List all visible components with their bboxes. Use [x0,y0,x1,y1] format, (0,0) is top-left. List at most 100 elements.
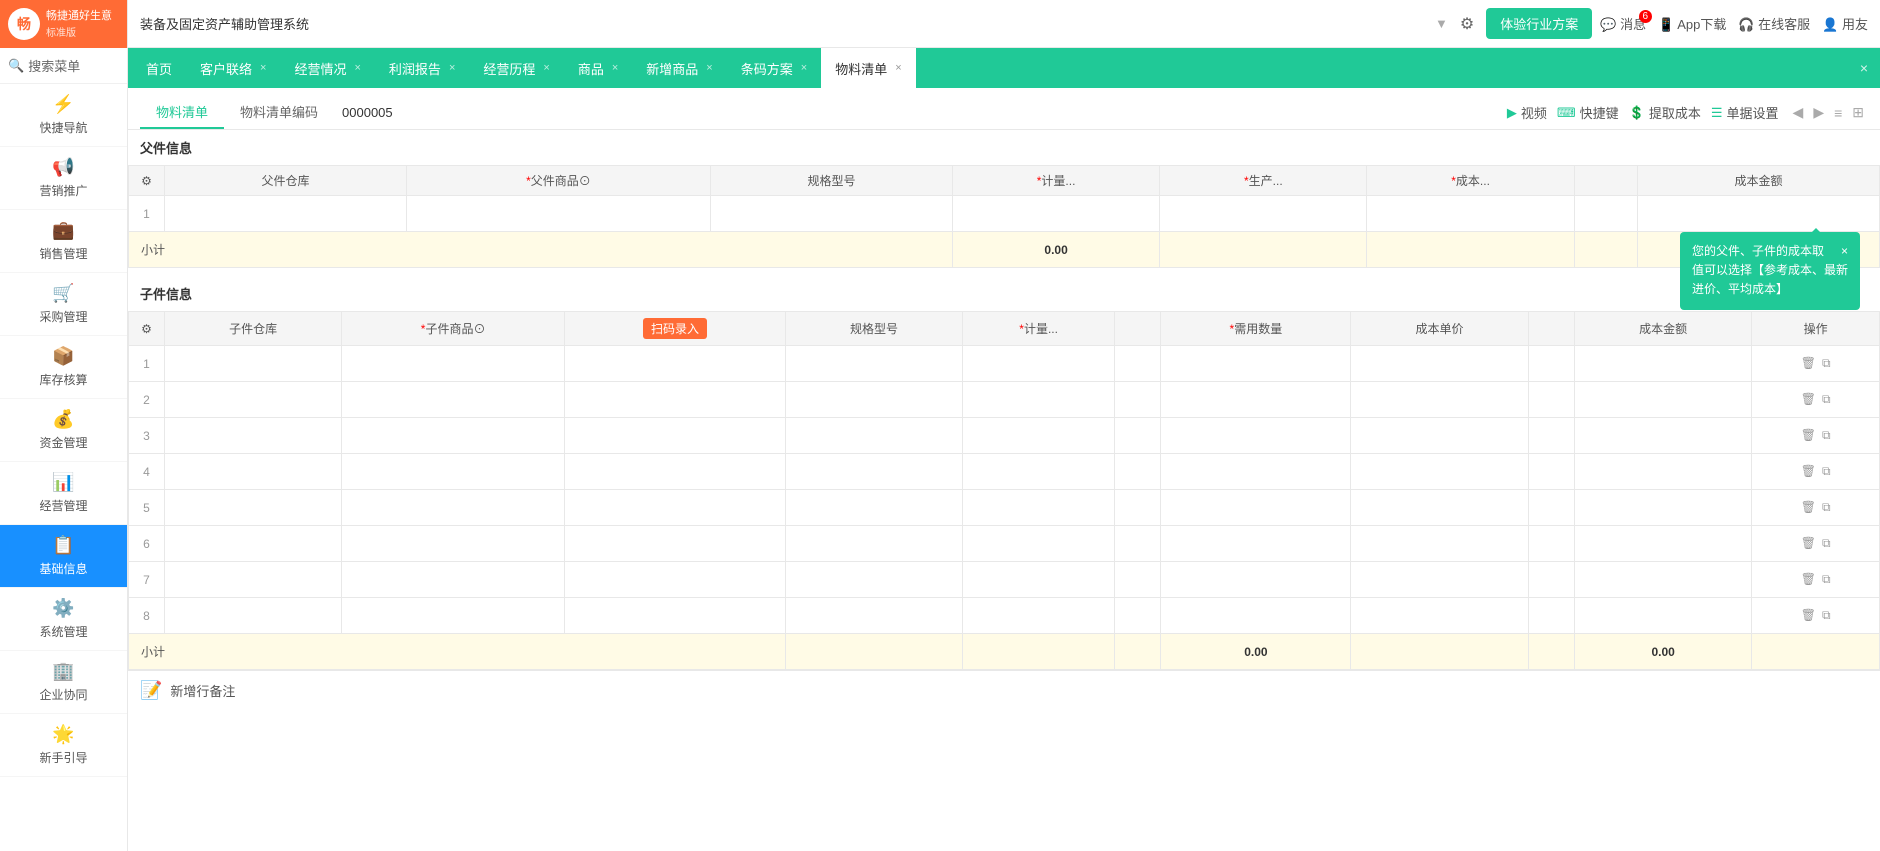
child-unit-cost-3[interactable] [1351,418,1528,454]
child-warehouse-6[interactable] [165,526,342,562]
sidebar-item-basic-info[interactable]: 📋 基础信息 [0,525,127,588]
delete-icon-3[interactable]: 🗑 [1801,428,1816,443]
copy-icon-3[interactable]: ⧉ [1822,428,1831,443]
search-menu[interactable]: 🔍 搜索菜单 [0,48,127,84]
child-spec-5[interactable] [785,490,962,526]
delete-icon-8[interactable]: 🗑 [1801,608,1816,623]
sidebar-item-enterprise[interactable]: 🏢 企业协同 [0,651,127,714]
child-qty-1[interactable] [1161,346,1351,382]
child-spec-4[interactable] [785,454,962,490]
child-unit-cost-5[interactable] [1351,490,1528,526]
child-qty-2[interactable] [1161,382,1351,418]
child-scan-5[interactable] [565,490,786,526]
next-arrow-icon[interactable]: ▶ [1809,102,1828,123]
child-goods-3[interactable] [342,418,565,454]
child-scan-2[interactable] [565,382,786,418]
child-goods-8[interactable] [342,598,565,634]
delete-icon-7[interactable]: 🗑 [1801,572,1816,587]
child-unit-cost-7[interactable] [1351,562,1528,598]
sub-tab-list[interactable]: 物料清单 [140,96,224,129]
child-spec-7[interactable] [785,562,962,598]
sub-tab-edit[interactable]: 物料清单编码 [224,96,334,129]
dropdown-arrow-icon[interactable]: ▼ [1435,16,1448,31]
sidebar-item-quick-nav[interactable]: ⚡ 快捷导航 [0,84,127,147]
child-unit-cost-6[interactable] [1351,526,1528,562]
app-download[interactable]: 📱 App下载 [1658,14,1726,33]
sidebar-item-marketing[interactable]: 📢 营销推广 [0,147,127,210]
child-goods-6[interactable] [342,526,565,562]
tab-goods[interactable]: 商品× [564,48,632,88]
child-unit-2[interactable] [963,382,1115,418]
child-unit-6[interactable] [963,526,1115,562]
child-goods-7[interactable] [342,562,565,598]
child-unit-cost-4[interactable] [1351,454,1528,490]
tab-barcode[interactable]: 条码方案× [727,48,821,88]
delete-icon-1[interactable]: 🗑 [1801,356,1816,371]
cost-btn[interactable]: 💲 提取成本 [1629,103,1701,122]
child-spec-2[interactable] [785,382,962,418]
copy-icon-4[interactable]: ⧉ [1822,464,1831,479]
shortcut-btn[interactable]: ⌨ 快捷键 [1557,103,1619,122]
video-btn[interactable]: ▶ 视频 [1507,103,1547,122]
child-scan-8[interactable] [565,598,786,634]
copy-icon-6[interactable]: ⧉ [1822,536,1831,551]
parent-col-gear[interactable]: ⚙ [129,166,165,196]
delete-icon-6[interactable]: 🗑 [1801,536,1816,551]
tab-new-goods[interactable]: 新增商品× [632,48,726,88]
tab-profit[interactable]: 利润报告× [375,48,469,88]
child-unit-1[interactable] [963,346,1115,382]
child-col-gear[interactable]: ⚙ [129,312,165,346]
sidebar-item-inventory[interactable]: 📦 库存核算 [0,336,127,399]
child-unit-3[interactable] [963,418,1115,454]
close-customer-icon[interactable]: × [260,62,266,74]
parent-cost-cell[interactable] [1367,196,1574,232]
child-spec-1[interactable] [785,346,962,382]
scan-button[interactable]: 扫码录入 [643,318,707,339]
copy-icon-8[interactable]: ⧉ [1822,608,1831,623]
close-bom-icon[interactable]: × [895,62,901,74]
close-profit-icon[interactable]: × [449,62,455,74]
child-qty-6[interactable] [1161,526,1351,562]
child-unit-cost-2[interactable] [1351,382,1528,418]
add-row-label[interactable]: 新增行备注 [170,681,235,700]
child-unit-8[interactable] [963,598,1115,634]
child-unit-5[interactable] [963,490,1115,526]
parent-unit-cell[interactable] [952,196,1159,232]
parent-warehouse-cell[interactable] [165,196,407,232]
prev-arrow-icon[interactable]: ◀ [1789,102,1808,123]
sidebar-item-guide[interactable]: 🌟 新手引导 [0,714,127,777]
child-scan-1[interactable] [565,346,786,382]
tab-home[interactable]: 首页 [132,48,186,88]
child-scan-4[interactable] [565,454,786,490]
user-area[interactable]: 👤 用友 [1822,14,1868,33]
parent-goods-cell[interactable] [406,196,710,232]
single-setting-btn[interactable]: ☰ 单据设置 [1711,103,1779,122]
delete-icon-4[interactable]: 🗑 [1801,464,1816,479]
sidebar-item-finance[interactable]: 💰 资金管理 [0,399,127,462]
child-warehouse-2[interactable] [165,382,342,418]
child-warehouse-7[interactable] [165,562,342,598]
child-qty-5[interactable] [1161,490,1351,526]
child-qty-7[interactable] [1161,562,1351,598]
child-warehouse-5[interactable] [165,490,342,526]
child-warehouse-4[interactable] [165,454,342,490]
child-scan-3[interactable] [565,418,786,454]
child-unit-4[interactable] [963,454,1115,490]
child-col-scan[interactable]: 扫码录入 [565,312,786,346]
delete-icon-2[interactable]: 🗑 [1801,392,1816,407]
child-goods-2[interactable] [342,382,565,418]
parent-spec-cell[interactable] [710,196,952,232]
gear-icon[interactable]: ⚙ [1456,10,1478,38]
child-goods-1[interactable] [342,346,565,382]
tab-operations[interactable]: 经营情况× [280,48,374,88]
child-goods-4[interactable] [342,454,565,490]
child-spec-6[interactable] [785,526,962,562]
online-service[interactable]: 🎧 在线客服 [1738,14,1810,33]
sidebar-item-system[interactable]: ⚙️ 系统管理 [0,588,127,651]
child-unit-cost-8[interactable] [1351,598,1528,634]
child-scan-6[interactable] [565,526,786,562]
copy-icon-1[interactable]: ⧉ [1822,356,1831,371]
parent-production-cell[interactable] [1160,196,1367,232]
child-spec-8[interactable] [785,598,962,634]
child-spec-3[interactable] [785,418,962,454]
